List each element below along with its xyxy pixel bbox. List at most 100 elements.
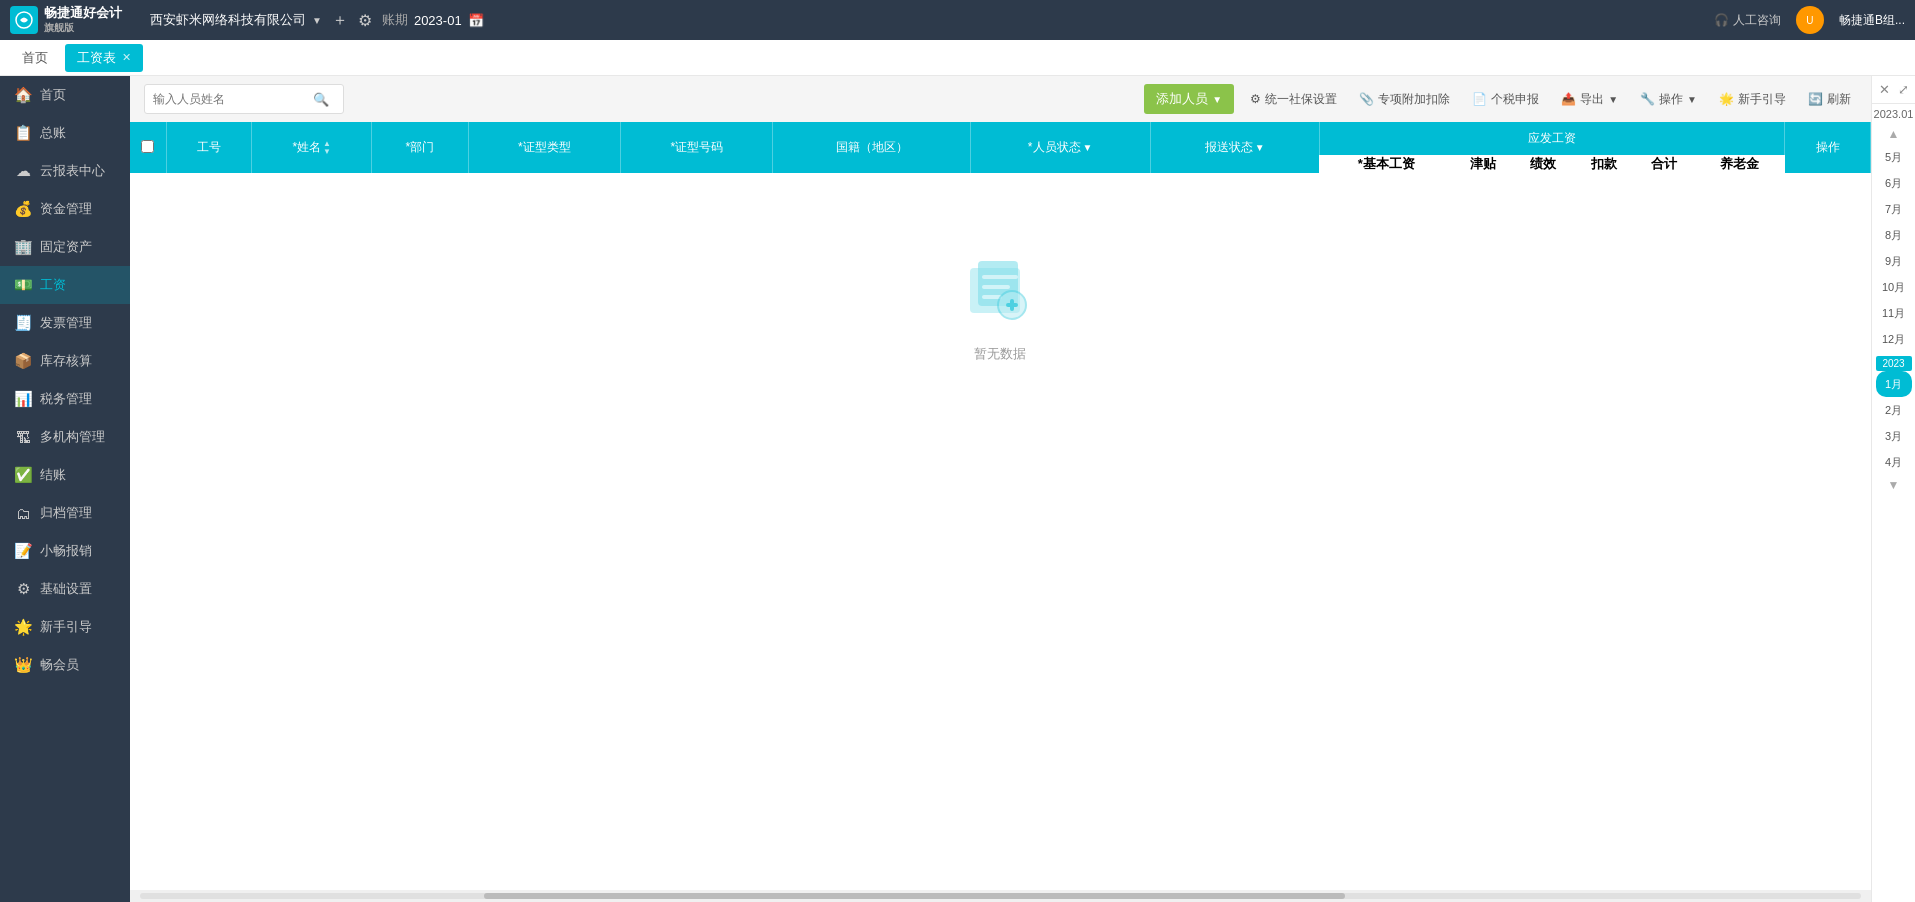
- month-10[interactable]: 10月: [1876, 274, 1912, 300]
- sidebar-item-tax[interactable]: 📊 税务管理: [0, 380, 130, 418]
- search-input-wrap[interactable]: 🔍: [144, 84, 344, 114]
- sidebar-item-vip[interactable]: 👑 畅会员: [0, 646, 130, 684]
- scroll-bar-area[interactable]: [130, 890, 1871, 902]
- sidebar-item-assets[interactable]: 🏢 固定资产: [0, 228, 130, 266]
- month-7-label: 7月: [1885, 202, 1902, 217]
- settings-icon[interactable]: ⚙: [358, 11, 372, 30]
- tab-close-icon[interactable]: ✕: [122, 51, 131, 64]
- home-icon: 🏠: [14, 86, 32, 104]
- user-name: 畅捷通B组...: [1839, 12, 1905, 29]
- tab-home[interactable]: 首页: [10, 44, 60, 72]
- svg-rect-3: [982, 275, 1018, 279]
- th-checkbox[interactable]: [130, 122, 166, 173]
- empty-icon: [960, 253, 1040, 333]
- sidebar-item-cloud-report[interactable]: ☁ 云报表中心: [0, 152, 130, 190]
- guide-icon: 🌟: [14, 618, 32, 636]
- month-1-active[interactable]: 1月: [1876, 371, 1912, 397]
- fund-icon: 💰: [14, 200, 32, 218]
- special-deduction-btn[interactable]: 📎 专项附加扣除: [1353, 84, 1456, 114]
- sidebar-item-ledger-label: 总账: [40, 124, 66, 142]
- app-title: 畅捷通好会计: [44, 5, 122, 21]
- search-input[interactable]: [153, 92, 313, 106]
- sidebar: 🏠 首页 📋 总账 ☁ 云报表中心 💰 资金管理 🏢 固定资产 💵 工资 🧾 发…: [0, 76, 130, 902]
- select-all-checkbox[interactable]: [141, 140, 154, 153]
- invoice-icon: 🧾: [14, 314, 32, 332]
- filter-icon-person-status[interactable]: ▼: [1083, 142, 1093, 153]
- tax-icon: 📊: [14, 390, 32, 408]
- sidebar-item-ledger[interactable]: 📋 总账: [0, 114, 130, 152]
- th-allowance-label: 津贴: [1470, 156, 1496, 171]
- tax-declaration-icon: 📄: [1472, 92, 1487, 106]
- close-panel-btn[interactable]: ✕: [1877, 80, 1892, 99]
- sidebar-item-salary[interactable]: 💵 工资: [0, 266, 130, 304]
- th-cert-number-label: *证型号码: [670, 140, 723, 154]
- month-9[interactable]: 9月: [1876, 248, 1912, 274]
- scroll-down-arrow[interactable]: ▼: [1884, 475, 1904, 495]
- month-8-label: 8月: [1885, 228, 1902, 243]
- add-person-button[interactable]: 添加人员 ▼: [1144, 84, 1234, 114]
- calendar-icon[interactable]: 📅: [468, 13, 484, 28]
- export-btn[interactable]: 📤 导出 ▼: [1555, 84, 1624, 114]
- month-7[interactable]: 7月: [1876, 196, 1912, 222]
- period-label: 账期: [382, 11, 408, 29]
- month-5-label: 5月: [1885, 150, 1902, 165]
- sidebar-item-inventory[interactable]: 📦 库存核算: [0, 342, 130, 380]
- refresh-btn[interactable]: 🔄 刷新: [1802, 84, 1857, 114]
- operation-chevron-icon: ▼: [1687, 94, 1697, 105]
- scroll-thumb[interactable]: [484, 893, 1345, 899]
- company-selector[interactable]: 西安虾米网络科技有限公司 ▼: [150, 11, 322, 29]
- table-wrapper: 工号 *姓名 ▲▼ *部门 *证型类型: [130, 122, 1871, 890]
- newbie-guide-icon: 🌟: [1719, 92, 1734, 106]
- month-5[interactable]: 5月: [1876, 144, 1912, 170]
- sidebar-item-fund[interactable]: 💰 资金管理: [0, 190, 130, 228]
- month-11[interactable]: 11月: [1876, 300, 1912, 326]
- scroll-track[interactable]: [140, 893, 1861, 899]
- sidebar-item-guide[interactable]: 🌟 新手引导: [0, 608, 130, 646]
- sidebar-item-expense[interactable]: 📝 小畅报销: [0, 532, 130, 570]
- tax-declaration-btn[interactable]: 📄 个税申报: [1466, 84, 1545, 114]
- svg-rect-8: [1010, 299, 1014, 311]
- sidebar-item-cloud-label: 云报表中心: [40, 162, 105, 180]
- add-button[interactable]: ＋: [332, 10, 348, 31]
- service-button[interactable]: 🎧 人工咨询: [1714, 12, 1781, 29]
- month-9-label: 9月: [1885, 254, 1902, 269]
- scroll-up-arrow[interactable]: ▲: [1884, 124, 1904, 144]
- newbie-guide-btn[interactable]: 🌟 新手引导: [1713, 84, 1792, 114]
- vip-icon: 👑: [14, 656, 32, 674]
- sidebar-item-multi-org[interactable]: 🏗 多机构管理: [0, 418, 130, 456]
- month-12[interactable]: 12月: [1876, 326, 1912, 352]
- sidebar-item-settings[interactable]: ⚙ 基础设置: [0, 570, 130, 608]
- operation-btn[interactable]: 🔧 操作 ▼: [1634, 84, 1703, 114]
- sidebar-item-inventory-label: 库存核算: [40, 352, 92, 370]
- th-job-number-label: 工号: [197, 140, 221, 154]
- export-label: 导出: [1580, 91, 1604, 108]
- social-insurance-btn[interactable]: ⚙ 统一社保设置: [1244, 84, 1343, 114]
- logo-area: 畅捷通好会计 旗舰版: [10, 5, 140, 35]
- header-right: 🎧 人工咨询 U 畅捷通B组...: [1714, 6, 1905, 34]
- refresh-label: 刷新: [1827, 91, 1851, 108]
- month-3[interactable]: 3月: [1876, 423, 1912, 449]
- th-deduction-label: 扣款: [1591, 156, 1617, 171]
- tab-salary[interactable]: 工资表 ✕: [65, 44, 143, 72]
- special-deduction-icon: 📎: [1359, 92, 1374, 106]
- month-2[interactable]: 2月: [1876, 397, 1912, 423]
- month-6[interactable]: 6月: [1876, 170, 1912, 196]
- month-8[interactable]: 8月: [1876, 222, 1912, 248]
- sidebar-item-archive[interactable]: 🗂 归档管理: [0, 494, 130, 532]
- sidebar-item-close-account[interactable]: ✅ 结账: [0, 456, 130, 494]
- th-person-status: *人员状态 ▼: [970, 122, 1150, 173]
- year-label: 2023: [1876, 356, 1912, 371]
- filter-icon-report-status[interactable]: ▼: [1255, 142, 1265, 153]
- sidebar-item-home[interactable]: 🏠 首页: [0, 76, 130, 114]
- right-panel-header: ✕ ⤢: [1872, 76, 1915, 104]
- sort-arrows-name: ▲▼: [323, 140, 331, 156]
- month-4[interactable]: 4月: [1876, 449, 1912, 475]
- sidebar-item-close-label: 结账: [40, 466, 66, 484]
- th-payable-salary-label: 应发工资: [1528, 131, 1576, 145]
- month-12-label: 12月: [1882, 332, 1905, 347]
- th-deduction: 扣款: [1573, 155, 1633, 173]
- sidebar-item-home-label: 首页: [40, 86, 66, 104]
- expand-panel-btn[interactable]: ⤢: [1896, 80, 1911, 99]
- empty-state: 暂无数据: [130, 173, 1871, 443]
- sidebar-item-invoice[interactable]: 🧾 发票管理: [0, 304, 130, 342]
